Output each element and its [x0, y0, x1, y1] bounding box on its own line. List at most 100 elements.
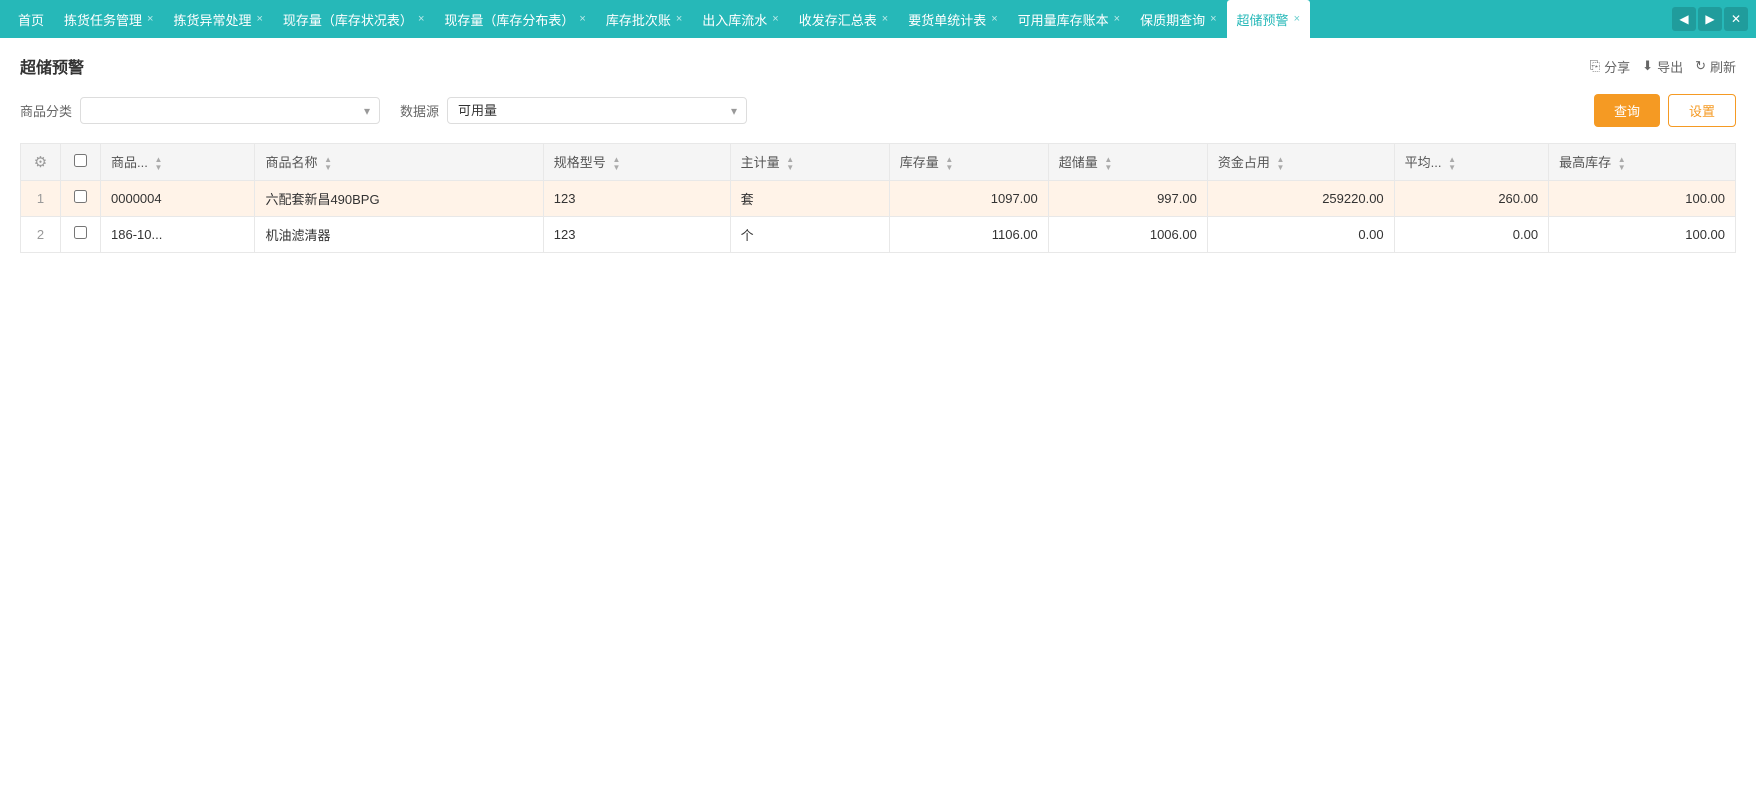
col-label-unit: 主计量: [741, 155, 780, 170]
close-tab-exception[interactable]: ×: [256, 13, 262, 25]
page-title: 超储预警: [20, 54, 84, 78]
cell-overstock-0: 997.00: [1048, 180, 1207, 216]
cell-max-stock-0: 100.00: [1549, 180, 1736, 216]
close-tab-expiry[interactable]: ×: [1210, 13, 1216, 25]
nav-prev-btn[interactable]: ◀: [1672, 7, 1696, 31]
col-label-stock: 库存量: [900, 155, 939, 170]
row-checkbox-0[interactable]: [74, 190, 87, 203]
close-tab-stock-dist[interactable]: ×: [579, 13, 585, 25]
page-header: 超储预警 ⎘ 分享 ⬇ 导出 ↻ 刷新: [20, 54, 1736, 78]
share-button[interactable]: ⎘ 分享: [1590, 57, 1630, 76]
nav-exception[interactable]: 拣货异常处理 ×: [163, 0, 272, 38]
close-tab-flow[interactable]: ×: [772, 13, 778, 25]
datasource-label: 数据源: [400, 101, 439, 120]
col-header-max-stock[interactable]: 最高库存 ▲▼: [1549, 144, 1736, 181]
top-navigation: 首页 拣货任务管理 × 拣货异常处理 × 现存量（库存状况表） × 现存量（库存…: [0, 0, 1756, 38]
col-header-stock[interactable]: 库存量 ▲▼: [889, 144, 1048, 181]
close-tab-stock-status[interactable]: ×: [418, 13, 424, 25]
table-row: 1 0000004 六配套新昌490BPG 123 套 1097.00 997.…: [21, 180, 1736, 216]
col-header-spec[interactable]: 规格型号 ▲▼: [543, 144, 730, 181]
cell-stock-0: 1097.00: [889, 180, 1048, 216]
col-header-avg[interactable]: 平均... ▲▼: [1394, 144, 1548, 181]
settings-button[interactable]: 设置: [1668, 94, 1736, 127]
cell-spec-0: 123: [543, 180, 730, 216]
col-label-capital: 资金占用: [1218, 155, 1270, 170]
export-icon: ⬇: [1642, 58, 1653, 74]
nav-arrow-group: ◀ ▶ ✕: [1672, 7, 1748, 31]
export-button[interactable]: ⬇ 导出: [1642, 57, 1683, 76]
col-label-max-stock: 最高库存: [1559, 155, 1611, 170]
query-button[interactable]: 查询: [1594, 94, 1660, 127]
refresh-icon: ↻: [1695, 58, 1706, 74]
cell-index-1: 2: [21, 216, 61, 252]
select-all-checkbox[interactable]: [74, 154, 87, 167]
close-tab-order-stats[interactable]: ×: [991, 13, 997, 25]
cell-spec-1: 123: [543, 216, 730, 252]
cell-checkbox-0[interactable]: [61, 180, 101, 216]
close-tab-summary[interactable]: ×: [882, 13, 888, 25]
cell-product-name-0: 六配套新昌490BPG: [255, 180, 543, 216]
refresh-button[interactable]: ↻ 刷新: [1695, 57, 1736, 76]
cell-overstock-1: 1006.00: [1048, 216, 1207, 252]
cell-product-code-1: 186-10...: [101, 216, 255, 252]
col-header-overstock[interactable]: 超储量 ▲▼: [1048, 144, 1207, 181]
cell-max-stock-1: 100.00: [1549, 216, 1736, 252]
filter-row: 商品分类 ▾ 数据源 可用量 库存量 ▾ 查询 设置: [20, 94, 1736, 127]
cell-product-code-0: 0000004: [101, 180, 255, 216]
nav-flow[interactable]: 出入库流水 ×: [692, 0, 788, 38]
nav-home[interactable]: 首页: [8, 0, 54, 38]
close-tab-overstock[interactable]: ×: [1294, 13, 1300, 25]
cell-capital-0: 259220.00: [1207, 180, 1394, 216]
nav-stock-status[interactable]: 现存量（库存状况表） ×: [273, 0, 434, 38]
data-table: ⚙ 商品... ▲▼ 商品名称 ▲▼ 规格型号 ▲▼ 主计: [20, 143, 1736, 253]
sort-arrows-capital: ▲▼: [1276, 156, 1284, 172]
col-label-avg: 平均...: [1405, 155, 1442, 170]
col-header-settings[interactable]: ⚙: [21, 144, 61, 181]
category-label: 商品分类: [20, 101, 72, 120]
nav-next-btn[interactable]: ▶: [1698, 7, 1722, 31]
cell-capital-1: 0.00: [1207, 216, 1394, 252]
category-select-wrapper: ▾: [80, 97, 380, 124]
nav-overstock[interactable]: 超储预警 ×: [1227, 0, 1310, 38]
nav-order-stats[interactable]: 要货单统计表 ×: [898, 0, 1007, 38]
col-header-checkbox[interactable]: [61, 144, 101, 181]
col-header-capital[interactable]: 资金占用 ▲▼: [1207, 144, 1394, 181]
nav-expiry[interactable]: 保质期查询 ×: [1130, 0, 1226, 38]
cell-stock-1: 1106.00: [889, 216, 1048, 252]
page-content: 超储预警 ⎘ 分享 ⬇ 导出 ↻ 刷新 商品分类 ▾: [0, 38, 1756, 800]
settings-gear-icon[interactable]: ⚙: [34, 154, 47, 171]
col-label-product-name: 商品名称: [265, 155, 317, 170]
cell-avg-0: 260.00: [1394, 180, 1548, 216]
close-tab-batch[interactable]: ×: [676, 13, 682, 25]
nav-batch[interactable]: 库存批次账 ×: [596, 0, 692, 38]
table-body: 1 0000004 六配套新昌490BPG 123 套 1097.00 997.…: [21, 180, 1736, 252]
sort-arrows-overstock: ▲▼: [1104, 156, 1112, 172]
col-header-product-name[interactable]: 商品名称 ▲▼: [255, 144, 543, 181]
nav-task-mgmt[interactable]: 拣货任务管理 ×: [54, 0, 163, 38]
sort-arrows-stock: ▲▼: [945, 156, 953, 172]
table-row: 2 186-10... 机油滤清器 123 个 1106.00 1006.00 …: [21, 216, 1736, 252]
nav-stock-dist[interactable]: 现存量（库存分布表） ×: [434, 0, 595, 38]
table-header-row: ⚙ 商品... ▲▼ 商品名称 ▲▼ 规格型号 ▲▼ 主计: [21, 144, 1736, 181]
sort-arrows-avg: ▲▼: [1448, 156, 1456, 172]
col-header-unit[interactable]: 主计量 ▲▼: [730, 144, 889, 181]
col-label-product-code: 商品...: [111, 155, 148, 170]
col-label-overstock: 超储量: [1059, 155, 1098, 170]
cell-checkbox-1[interactable]: [61, 216, 101, 252]
cell-unit-0: 套: [730, 180, 889, 216]
sort-arrows-max-stock: ▲▼: [1618, 156, 1626, 172]
action-buttons: 查询 设置: [1594, 94, 1736, 127]
col-label-spec: 规格型号: [554, 155, 606, 170]
category-select[interactable]: [80, 97, 380, 124]
row-checkbox-1[interactable]: [74, 226, 87, 239]
nav-close-btn[interactable]: ✕: [1724, 7, 1748, 31]
datasource-select[interactable]: 可用量 库存量: [447, 97, 747, 124]
nav-summary[interactable]: 收发存汇总表 ×: [789, 0, 898, 38]
close-tab-task-mgmt[interactable]: ×: [147, 13, 153, 25]
col-header-product-code[interactable]: 商品... ▲▼: [101, 144, 255, 181]
close-tab-available[interactable]: ×: [1114, 13, 1120, 25]
sort-arrows-spec: ▲▼: [612, 156, 620, 172]
cell-unit-1: 个: [730, 216, 889, 252]
cell-index-0: 1: [21, 180, 61, 216]
nav-available[interactable]: 可用量库存账本 ×: [1008, 0, 1130, 38]
